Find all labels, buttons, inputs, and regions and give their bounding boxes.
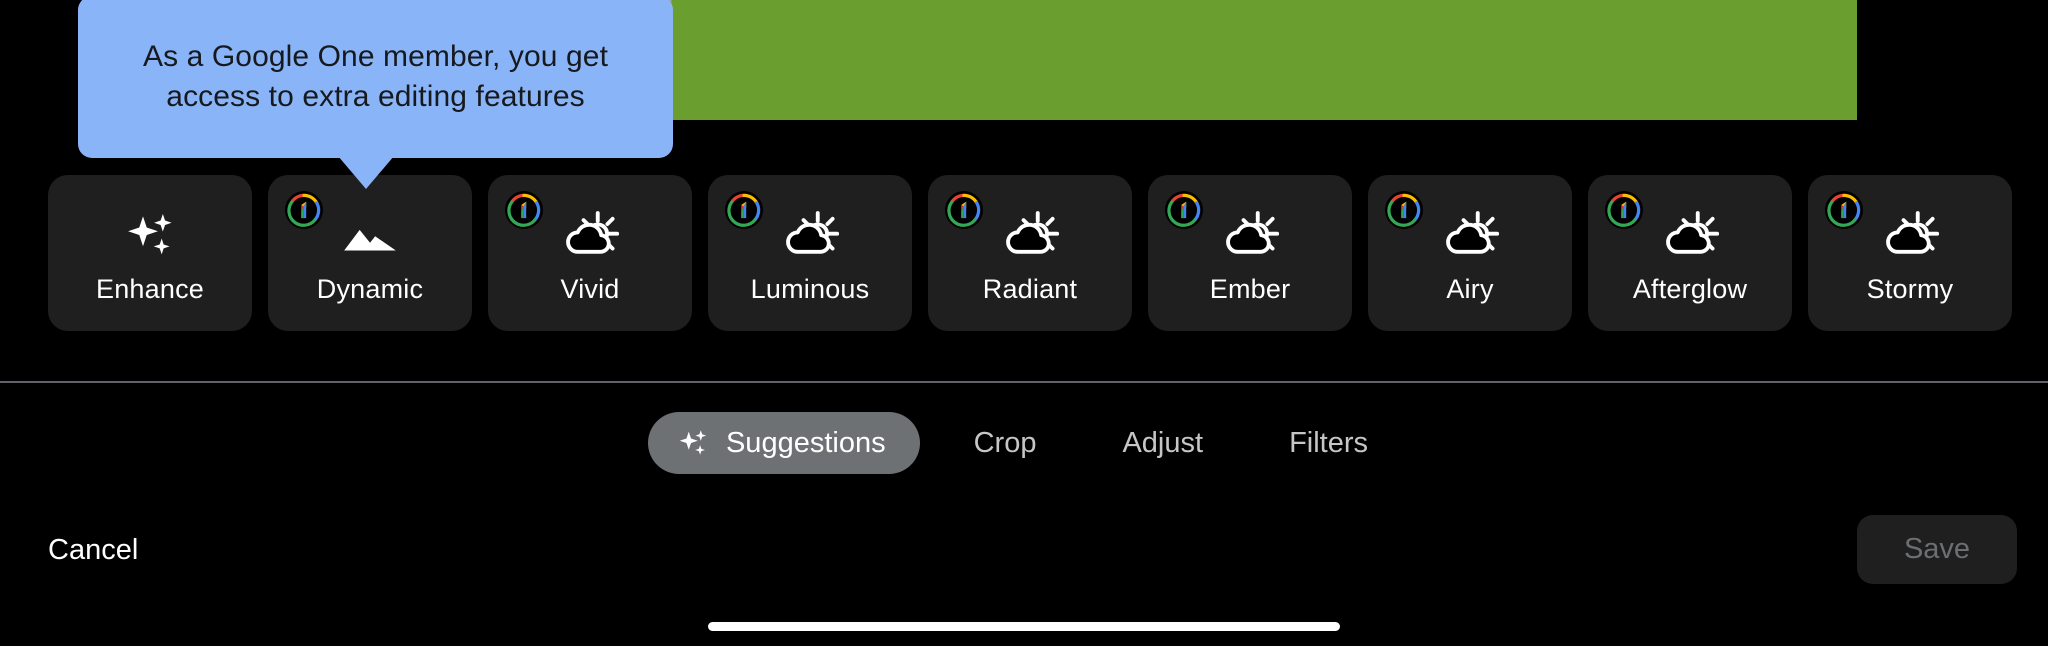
google-one-badge-svg: [945, 191, 983, 229]
google-one-tooltip[interactable]: As a Google One member, you get access t…: [78, 0, 673, 158]
tab-label: Suggestions: [725, 426, 886, 459]
tooltip-text: As a Google One member, you get access t…: [142, 40, 609, 113]
google-one-badge: [505, 191, 543, 229]
suggestion-chip-label: Dynamic: [316, 273, 424, 304]
suggestion-chip-label: Luminous: [750, 273, 870, 304]
google-one-badge: [725, 191, 763, 229]
tab-label: Crop: [973, 426, 1037, 459]
suggestion-chip-label: Stormy: [1866, 273, 1954, 304]
google-one-badge-svg: [1385, 191, 1423, 229]
tab-filters[interactable]: Filters: [1257, 412, 1400, 474]
google-one-badge-svg: [1165, 191, 1203, 229]
google-one-badge: [1825, 191, 1863, 229]
suggestion-chip-row[interactable]: Enhance Dynamic Vivid Luminous Radiant E…: [48, 175, 2012, 331]
tab-crop[interactable]: Crop: [942, 412, 1069, 474]
suggestion-chip-afterglow[interactable]: Afterglow: [1588, 175, 1792, 331]
suggestion-chip-label: Afterglow: [1632, 273, 1748, 304]
suggestion-chip-label: Ember: [1209, 273, 1291, 304]
partly-sunny-icon: [1439, 204, 1501, 266]
partly-sunny-icon-svg: [1886, 210, 1940, 254]
partly-sunny-icon-svg: [1226, 210, 1280, 254]
suggestion-chip-ember[interactable]: Ember: [1148, 175, 1352, 331]
home-indicator[interactable]: [708, 622, 1340, 631]
google-one-badge-svg: [725, 191, 763, 229]
google-one-badge: [285, 191, 323, 229]
editor-mode-tabs[interactable]: Suggestions Crop Adjust Filters: [0, 400, 2048, 486]
tooltip-arrow: [338, 156, 394, 189]
sparkle-icon: [122, 204, 178, 266]
partly-sunny-icon: [559, 204, 621, 266]
partly-sunny-icon: [1659, 204, 1721, 266]
google-one-badge: [1165, 191, 1203, 229]
landscape-icon: [339, 204, 401, 266]
partly-sunny-icon-svg: [1666, 210, 1720, 254]
cancel-button[interactable]: Cancel: [48, 520, 138, 580]
tab-adjust[interactable]: Adjust: [1090, 412, 1235, 474]
partly-sunny-icon-svg: [786, 210, 840, 254]
suggestion-chip-airy[interactable]: Airy: [1368, 175, 1572, 331]
section-divider: [0, 381, 2048, 383]
suggestion-chip-luminous[interactable]: Luminous: [708, 175, 912, 331]
suggestion-chip-label: Radiant: [982, 273, 1078, 304]
partly-sunny-icon: [779, 204, 841, 266]
tab-suggestions[interactable]: Suggestions: [647, 412, 920, 474]
partly-sunny-icon-svg: [566, 210, 620, 254]
google-one-badge-svg: [1825, 191, 1863, 229]
google-one-badge: [945, 191, 983, 229]
google-one-badge-svg: [285, 191, 323, 229]
suggestion-chip-stormy[interactable]: Stormy: [1808, 175, 2012, 331]
suggestion-chip-label: Vivid: [560, 273, 620, 304]
suggestion-chip-vivid[interactable]: Vivid: [488, 175, 692, 331]
photo-editor-screen: As a Google One member, you get access t…: [0, 0, 2048, 646]
photo-green-overlay: [672, 0, 1857, 125]
save-button[interactable]: Save: [1857, 515, 2017, 584]
partly-sunny-icon: [1879, 204, 1941, 266]
tab-label: Filters: [1289, 426, 1369, 459]
suggestion-chip-label: Enhance: [96, 273, 204, 304]
partly-sunny-icon-svg: [1006, 210, 1060, 254]
sparkle-icon: [676, 426, 710, 460]
suggestion-chip-label: Airy: [1446, 273, 1494, 304]
partly-sunny-icon: [999, 204, 1061, 266]
partly-sunny-icon: [1219, 204, 1281, 266]
partly-sunny-icon-svg: [1446, 210, 1500, 254]
suggestion-chip-radiant[interactable]: Radiant: [928, 175, 1132, 331]
landscape-icon-svg: [344, 229, 396, 250]
tab-label: Adjust: [1122, 426, 1204, 459]
google-one-badge: [1605, 191, 1643, 229]
suggestion-chip-enhance[interactable]: Enhance: [48, 175, 252, 331]
google-one-badge: [1385, 191, 1423, 229]
sparkle-icon-svg: [128, 213, 172, 254]
suggestion-chip-dynamic[interactable]: Dynamic: [268, 175, 472, 331]
google-one-badge-svg: [505, 191, 543, 229]
sparkle-icon-svg: [679, 430, 707, 455]
google-one-badge-svg: [1605, 191, 1643, 229]
